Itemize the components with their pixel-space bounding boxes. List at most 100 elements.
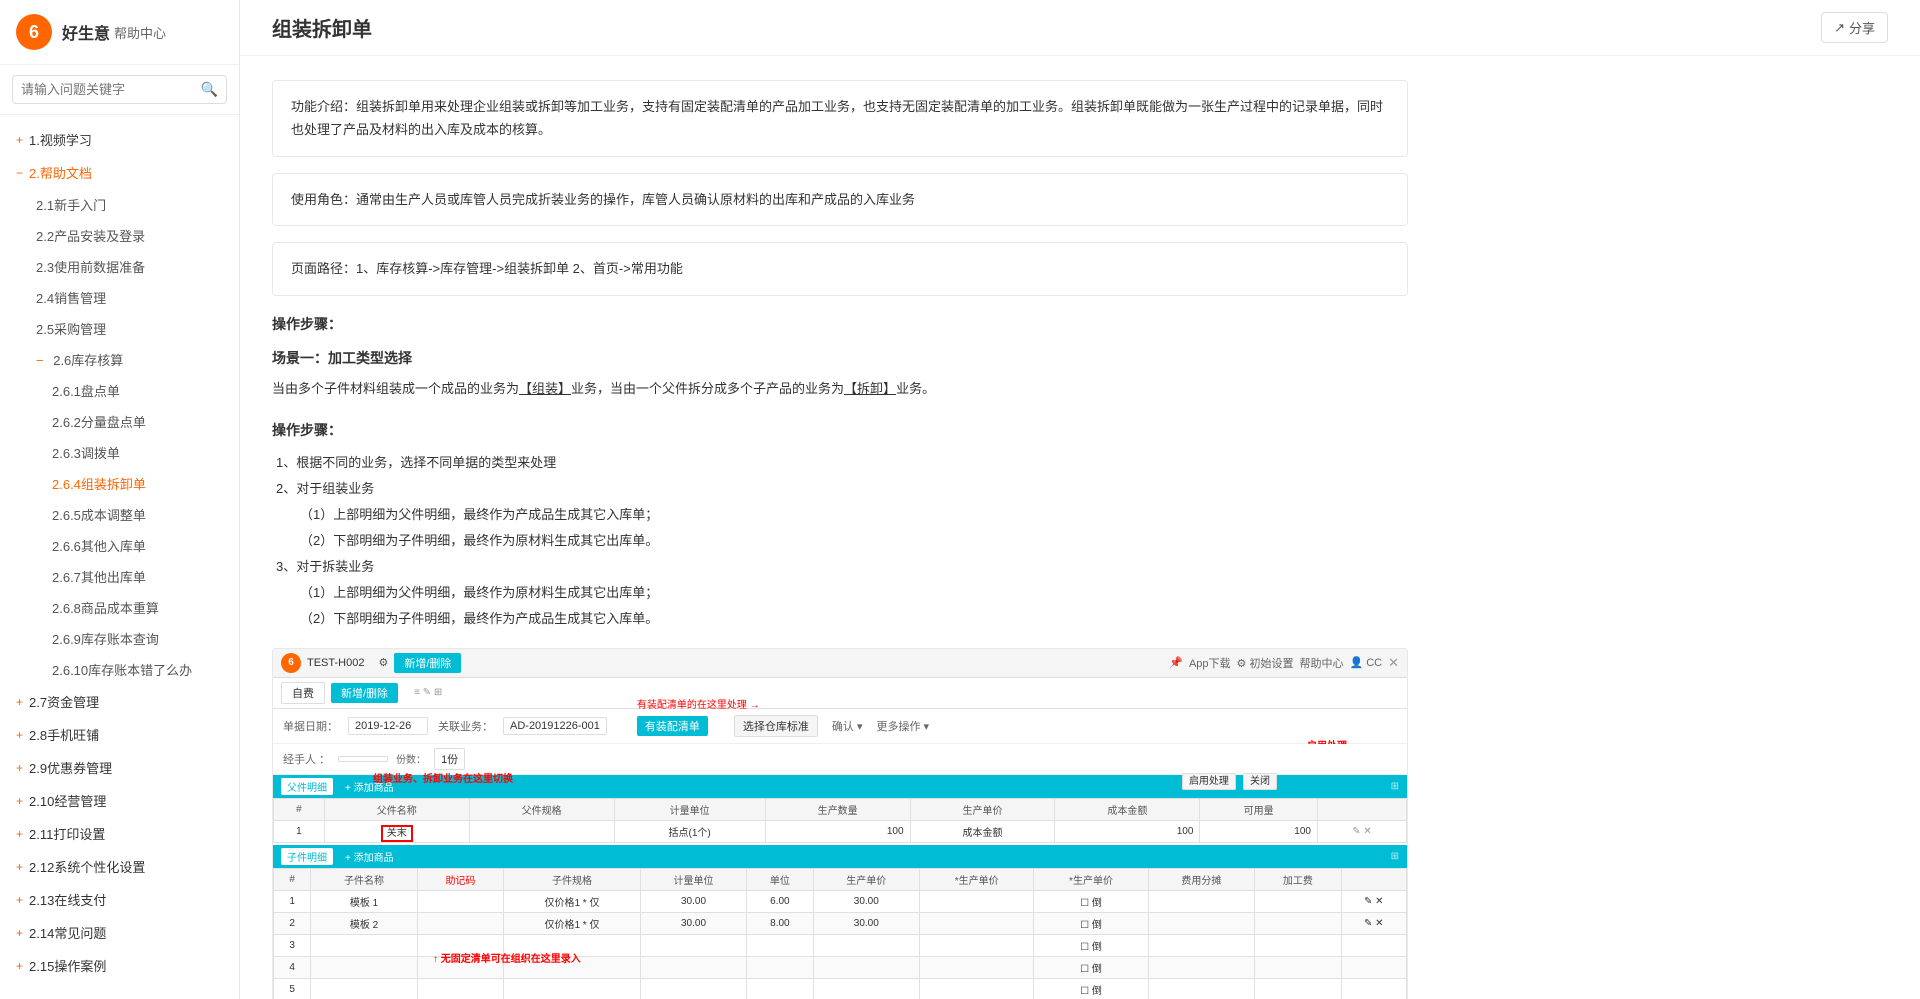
main-content: 组装拆卸单 ↗ 分享 功能介绍：组装拆卸单用来处理企业组装或拆卸等加工业务，支持…: [240, 0, 1920, 999]
mock-icon-pin: 📌: [1169, 656, 1183, 669]
mock-th-parent-spec: 父件规格: [469, 798, 614, 820]
mock-icon-settings2: ⚙ 初始设置: [1237, 655, 1294, 671]
mock-enable-btn[interactable]: 启用处理 关闭: [1182, 772, 1277, 787]
sidebar-item-2-7[interactable]: + 2.7资金管理: [0, 685, 239, 718]
search-icon[interactable]: 🔍: [201, 81, 218, 98]
mock-th-available: 可用量: [1200, 798, 1318, 820]
table-row: 1 模板 1 仅价格1 * 仅 30.00 6.00 30.00 ☐ 倒: [274, 890, 1407, 912]
mock-tab-child[interactable]: 子件明细: [281, 848, 333, 865]
mock-btn-select-warehouse[interactable]: 选择仓库标准: [734, 715, 818, 737]
mock-add-row-child[interactable]: + 添加商品: [345, 849, 394, 864]
sidebar-item-2-15[interactable]: + 2.15操作案例: [0, 949, 239, 982]
intro-block-1: 功能介绍：组装拆卸单用来处理企业组装或拆卸等加工业务，支持有固定装配清单的产品加…: [272, 80, 1408, 157]
app-name: 好生意: [62, 20, 110, 44]
sidebar-item-2[interactable]: − 2.帮助文档: [0, 156, 239, 189]
mock-close-icon[interactable]: ✕: [1388, 655, 1399, 671]
table-row: 5 ☐ 倒: [274, 978, 1407, 999]
search-area: 🔍: [0, 65, 239, 115]
mock-child-ops2[interactable]: ✎ ✕: [1364, 918, 1384, 929]
sidebar-item-2-6-2[interactable]: 2.6.2分量盘点单: [0, 406, 239, 437]
expand-icon-2-15: +: [16, 959, 23, 973]
sidebar-item-2-4[interactable]: 2.4销售管理: [0, 282, 239, 313]
mock-btn-confirm[interactable]: 确认 ▾: [832, 718, 863, 734]
sidebar-item-2-5[interactable]: 2.5采购管理: [0, 313, 239, 344]
sidebar-item-2-6-3[interactable]: 2.6.3调拨单: [0, 437, 239, 468]
mock-input-bizno[interactable]: AD-20191226-001: [503, 717, 607, 735]
mock-input-date[interactable]: 2019-12-26: [348, 717, 428, 735]
mock-input-num[interactable]: [338, 756, 388, 762]
share-icon: ↗: [1834, 20, 1845, 36]
mock-th-prod-qty: 生产数量: [765, 798, 910, 820]
sidebar-item-2-6[interactable]: − 2.6库存核算: [0, 344, 239, 375]
mock-tab-add-del[interactable]: 新增/删除: [394, 653, 461, 673]
expand-icon-2-9: +: [16, 761, 23, 775]
mock-label-count: 份数：: [396, 751, 426, 766]
mock-btn-more[interactable]: 更多操作 ▾: [876, 718, 929, 734]
annotation-has-bom: 有装配清单的在这里处理 →: [637, 696, 760, 711]
mock-child-ops[interactable]: ✎ ✕: [1364, 896, 1384, 907]
sidebar-item-2-13[interactable]: + 2.13在线支付: [0, 883, 239, 916]
mock-th-prod-price: 生产单价: [910, 798, 1055, 820]
mock-expand-icon[interactable]: ⊞: [1391, 781, 1399, 792]
search-input[interactable]: [21, 82, 201, 97]
page-title: 组装拆卸单: [272, 13, 372, 42]
mock-parent-table: # 父件名称 父件规格 计量单位 生产数量 生产单价 成本金额 可用量: [273, 798, 1407, 843]
mock-test-id: TEST-H002: [307, 657, 364, 669]
logo-area: 6 好生意 帮助中心: [0, 0, 239, 65]
expand-icon-2-7: +: [16, 695, 23, 709]
sidebar-item-2-10[interactable]: + 2.10经营管理: [0, 784, 239, 817]
sidebar-item-2-6-6[interactable]: 2.6.6其他入库单: [0, 530, 239, 561]
mock-input-count[interactable]: 1份: [434, 748, 465, 770]
expand-icon-2-8: +: [16, 728, 23, 742]
sidebar-item-2-6-9[interactable]: 2.6.9库存账本查询: [0, 623, 239, 654]
mock-th-ops: [1317, 798, 1406, 820]
step-3: 3、对于拆装业务: [276, 554, 1408, 580]
expand-icon-2-11: +: [16, 827, 23, 841]
mock-th-num: #: [274, 798, 325, 820]
sidebar-item-2-6-5[interactable]: 2.6.5成本调整单: [0, 499, 239, 530]
mock-cell-name[interactable]: 关末: [381, 825, 413, 842]
step-3-2: （2）下部明细为子件明细，最终作为产成品生成其它入库单。: [300, 606, 1408, 632]
mock-th-cost: 成本金额: [1055, 798, 1200, 820]
sidebar-item-1[interactable]: + 1.视频学习: [0, 123, 239, 156]
sidebar-item-2-9[interactable]: + 2.9优惠券管理: [0, 751, 239, 784]
mock-section-child: 子件明细 + 添加商品 ⊞: [273, 845, 1407, 868]
sidebar-item-2-6-10[interactable]: 2.6.10库存账本错了么办: [0, 654, 239, 685]
sidebar-item-2-8[interactable]: + 2.8手机旺铺: [0, 718, 239, 751]
intro-block-2: 使用角色：通常由生产人员或库管人员完成折装业务的操作，库管人员确认原材料的出库和…: [272, 173, 1408, 226]
mock-th-parent-name: 父件名称: [324, 798, 469, 820]
sidebar-item-2-6-8[interactable]: 2.6.8商品成本重算: [0, 592, 239, 623]
sidebar-item-2-14[interactable]: + 2.14常见问题: [0, 916, 239, 949]
sidebar-item-2-11[interactable]: + 2.11打印设置: [0, 817, 239, 850]
steps-sub-title: 操作步骤：: [272, 420, 1408, 440]
expand-icon-2-12: +: [16, 860, 23, 874]
sidebar-item-2-3[interactable]: 2.3使用前数据准备: [0, 251, 239, 282]
annotation-switch: 组装业务、拆卸业务在这里切换: [373, 770, 513, 785]
scenario1-desc: 当由多个子件材料组装成一个成品的业务为【组装】业务，当由一个父件拆分成多个子产品…: [272, 376, 1408, 402]
expand-icon-2-13: +: [16, 893, 23, 907]
sidebar-item-2-6-7[interactable]: 2.6.7其他出库单: [0, 561, 239, 592]
search-box[interactable]: 🔍: [12, 75, 227, 104]
sidebar-item-2-6-4[interactable]: 2.6.4组装拆卸单: [0, 468, 239, 499]
app-subtitle: 帮助中心: [114, 23, 166, 42]
mock-nav-new[interactable]: 新增/删除: [331, 683, 398, 703]
mock-nav-home[interactable]: 自费: [281, 682, 325, 704]
mock-btn-has-bom[interactable]: 有装配清单 有装配清单的在这里处理 →: [637, 716, 708, 736]
mock-screenshot: 6 TEST-H002 ⚙ 新增/删除 📌 App下载 ⚙ 初始设置 帮助中心 …: [273, 649, 1407, 999]
mock-child-table: # 子件名称 助记码 子件规格 计量单位 单位 生产单价 *生产单价 *生产单价…: [273, 868, 1407, 999]
sidebar-item-2-12[interactable]: + 2.12系统个性化设置: [0, 850, 239, 883]
scenario1-title: 场景一：加工类型选择: [272, 348, 1408, 368]
sidebar-item-2-6-1[interactable]: 2.6.1盘点单: [0, 375, 239, 406]
mock-row-ops[interactable]: ✎ ✕: [1352, 826, 1372, 837]
expand-icon-2-14: +: [16, 926, 23, 940]
share-button[interactable]: ↗ 分享: [1821, 12, 1888, 43]
intro-block-3: 页面路径：1、库存核算->库存管理->组装拆卸单 2、首页->常用功能: [272, 242, 1408, 295]
mock-expand-child-icon[interactable]: ⊞: [1391, 851, 1399, 862]
steps-list: 1、根据不同的业务，选择不同单据的类型来处理 2、对于组装业务 （1）上部明细为…: [276, 450, 1408, 632]
sidebar-item-2-1[interactable]: 2.1新手入门: [0, 189, 239, 220]
collapse-icon: −: [16, 166, 23, 180]
mock-tab-parent[interactable]: 父件明细: [281, 778, 333, 795]
sidebar-item-2-2[interactable]: 2.2产品安装及登录: [0, 220, 239, 251]
mock-settings: ⚙: [378, 656, 388, 669]
mock-label-num: 经手人 ：: [283, 751, 330, 767]
